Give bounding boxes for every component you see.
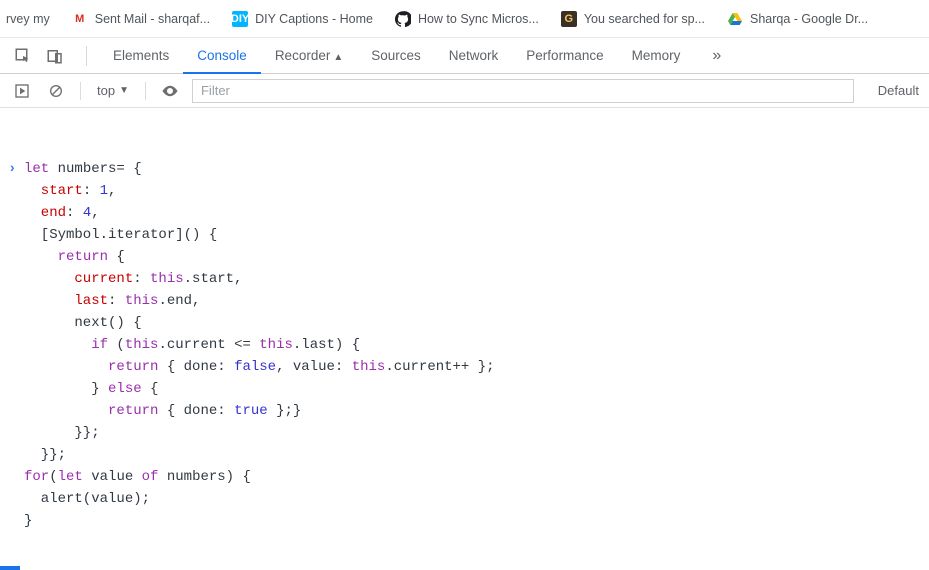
bookmark-drive[interactable]: Sharqa - Google Dr... [727,11,868,27]
tab-performance[interactable]: Performance [512,38,617,74]
inspect-element-icon[interactable] [10,43,36,69]
diy-icon: DIY [232,11,248,27]
bookmark-label: You searched for sp... [584,12,705,26]
console-output: › let numbers= { start: 1, end: 4, [Symb… [0,108,929,562]
play-icon[interactable] [10,79,34,103]
clear-console-icon[interactable] [44,79,68,103]
experiment-badge-icon: ▲ [333,52,343,63]
separator [80,82,81,100]
github-icon [395,11,411,27]
letter-g-icon: G [561,11,577,27]
tab-sources[interactable]: Sources [357,38,435,74]
tab-network[interactable]: Network [435,38,513,74]
bookmarks-bar: rvey my M Sent Mail - sharqaf... DIY DIY… [0,0,929,38]
filter-input[interactable] [192,79,854,103]
more-tabs-icon[interactable]: » [712,47,721,65]
bookmark-cutoff: rvey my [6,12,50,26]
bookmark-label: Sharqa - Google Dr... [750,12,868,26]
tab-console[interactable]: Console [183,38,261,74]
bookmark-label: Sent Mail - sharqaf... [95,12,210,26]
separator [86,46,87,66]
tab-elements[interactable]: Elements [99,38,183,74]
code-block[interactable]: let numbers= { start: 1, end: 4, [Symbol… [24,158,495,532]
bookmark-diy[interactable]: DIY DIY Captions - Home [232,11,373,27]
bookmark-label: How to Sync Micros... [418,12,539,26]
gmail-icon: M [72,11,88,27]
toggle-device-icon[interactable] [42,43,68,69]
bookmark-gmail[interactable]: M Sent Mail - sharqaf... [72,11,210,27]
bookmark-label: DIY Captions - Home [255,12,373,26]
context-selector[interactable]: top ▼ [93,83,133,98]
context-label: top [97,83,115,98]
console-toolbar: top ▼ Default [0,74,929,108]
prompt-caret-icon: › [8,158,24,180]
live-expression-icon[interactable] [158,79,182,103]
google-drive-icon [727,11,743,27]
separator [145,82,146,100]
tab-memory[interactable]: Memory [618,38,695,74]
bottom-accent [0,566,20,570]
tab-recorder[interactable]: Recorder▲ [261,38,357,74]
bookmark-search[interactable]: G You searched for sp... [561,11,705,27]
bookmark-github[interactable]: How to Sync Micros... [395,11,539,27]
chevron-down-icon: ▼ [119,85,129,96]
log-levels-selector[interactable]: Default [864,83,919,98]
devtools-tabs: Elements Console Recorder▲ Sources Netwo… [0,38,929,74]
